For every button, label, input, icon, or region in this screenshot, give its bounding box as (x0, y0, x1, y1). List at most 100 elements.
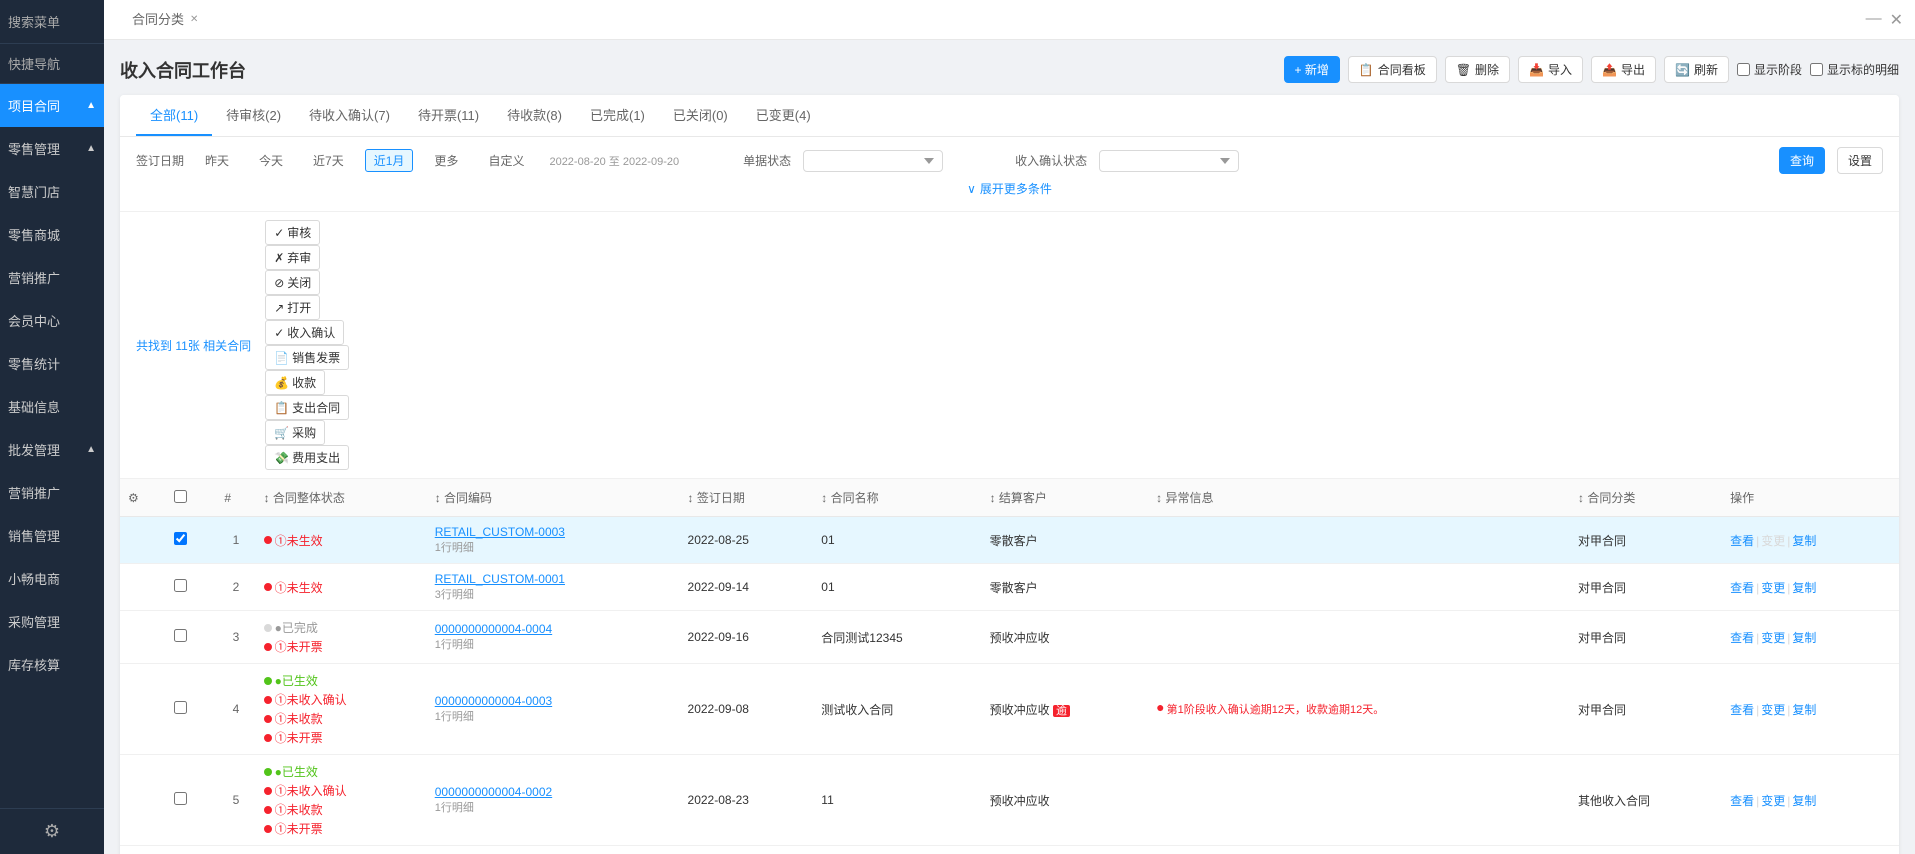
date-more[interactable]: 更多 (425, 149, 467, 172)
op-查看-link[interactable]: 查看 (1730, 703, 1754, 717)
col-settings[interactable]: ⚙ (120, 479, 166, 517)
row-sign-date: 2022-09-08 (680, 664, 814, 755)
show-fields-checkbox[interactable]: 显示阶段 (1737, 61, 1802, 78)
action-payment-button[interactable]: 💰收款 (265, 370, 325, 395)
status-tag-red: ①未收款 (264, 801, 419, 818)
status-tag-red: ①未生效 (264, 532, 419, 549)
sidebar-item-xiaochang[interactable]: 小畅电商 (0, 557, 104, 600)
expand-filter-button[interactable]: ∨ 展开更多条件 (136, 180, 1883, 197)
contract-code-link[interactable]: 0000000000004-0003 (435, 694, 552, 708)
date-custom[interactable]: 自定义 (479, 149, 533, 172)
sidebar-item-sales-mgmt[interactable]: 销售管理 (0, 514, 104, 557)
doc-status-select[interactable] (803, 150, 943, 172)
sidebar-item-marketing2[interactable]: 营销推广 (0, 471, 104, 514)
action-out-contract-button[interactable]: 📋支出合同 (265, 395, 349, 420)
op-复制-link[interactable]: 复制 (1792, 534, 1816, 548)
delete-button[interactable]: 🗑 删除 (1445, 56, 1510, 83)
row-customer: 零散客户 (982, 564, 1149, 611)
tab-close-contract-category[interactable]: ✕ (190, 0, 198, 40)
action-expense-out-button[interactable]: 💸费用支出 (265, 445, 349, 470)
op-变更-link[interactable]: 变更 (1761, 703, 1785, 717)
action-review-button[interactable]: ✓审核 (265, 220, 320, 245)
sidebar-item-inventory[interactable]: 库存核算 (0, 643, 104, 686)
action-income-confirm-button[interactable]: ✓收入确认 (265, 320, 344, 345)
show-detail-checkbox[interactable]: 显示标的明细 (1810, 61, 1899, 78)
row-select-checkbox[interactable] (174, 629, 187, 642)
row-select-checkbox[interactable] (174, 701, 187, 714)
filter-tab-pending-review[interactable]: 待审核(2) (212, 95, 295, 136)
contract-code-link[interactable]: RETAIL_CUSTOM-0003 (435, 525, 565, 539)
contract-code-link[interactable]: RETAIL_CUSTOM-0001 (435, 572, 565, 586)
import-button[interactable]: 📥 导入 (1518, 56, 1583, 83)
kanban-button[interactable]: 📋 合同看板 (1348, 56, 1437, 83)
col-operation: 操作 (1722, 479, 1899, 517)
sidebar-item-wholesale[interactable]: 批发管理▲ (0, 428, 104, 471)
sidebar-item-retail[interactable]: 零售管理▲ (0, 127, 104, 170)
op-复制-link[interactable]: 复制 (1792, 581, 1816, 595)
date-last1month[interactable]: 近1月 (365, 149, 414, 172)
action-abandon-button[interactable]: ✗弃审 (265, 245, 320, 270)
add-button[interactable]: + 新增 (1284, 56, 1340, 83)
sidebar-item-marketing[interactable]: 营销推广 (0, 256, 104, 299)
op-变更-link[interactable]: 变更 (1761, 581, 1785, 595)
action-purchase-button[interactable]: 🛒采购 (265, 420, 325, 445)
row-settings (120, 755, 166, 846)
row-select-checkbox[interactable] (174, 532, 187, 545)
filter-tab-pending-confirm[interactable]: 待收入确认(7) (295, 95, 404, 136)
sidebar-item-retail-stats[interactable]: 零售统计 (0, 342, 104, 385)
filter-tab-pending-invoice[interactable]: 待开票(11) (404, 95, 493, 136)
sidebar-search[interactable]: 搜索菜单 (0, 0, 104, 44)
filter-tab-closed[interactable]: 已关闭(0) (659, 95, 742, 136)
minimize-icon[interactable]: — (1866, 10, 1882, 30)
op-复制-link[interactable]: 复制 (1792, 794, 1816, 808)
export-button[interactable]: 📤 导出 (1591, 56, 1656, 83)
refresh-button[interactable]: 🔄 刷新 (1664, 56, 1729, 83)
income-confirm-icon: ✓ (274, 326, 284, 340)
date-last7[interactable]: 近7天 (304, 149, 353, 172)
contract-code-link[interactable]: 0000000000004-0004 (435, 622, 552, 636)
contract-code-link[interactable]: 0000000000004-0002 (435, 785, 552, 799)
query-button[interactable]: 查询 (1779, 147, 1825, 174)
action-close-button[interactable]: ⊘关闭 (265, 270, 320, 295)
action-open-button[interactable]: ↗打开 (265, 295, 320, 320)
op-复制-link[interactable]: 复制 (1792, 631, 1816, 645)
sidebar-item-project[interactable]: 项目合同▲ (0, 84, 104, 127)
op-查看-link[interactable]: 查看 (1730, 631, 1754, 645)
gear-icon[interactable]: ⚙ (44, 821, 60, 842)
row-customer: 预收冲应收 (982, 846, 1149, 854)
op-查看-link[interactable]: 查看 (1730, 534, 1754, 548)
delete-icon: 🗑 (1456, 63, 1471, 77)
select-all-checkbox[interactable] (174, 490, 187, 503)
row-select-checkbox[interactable] (174, 579, 187, 592)
sidebar-item-retail-mall[interactable]: 零售商城 (0, 213, 104, 256)
sidebar-item-basic-info[interactable]: 基础信息 (0, 385, 104, 428)
action-sales-invoice-button[interactable]: 📄销售发票 (265, 345, 349, 370)
row-select-checkbox[interactable] (174, 792, 187, 805)
customer-name: 预收冲应收 (990, 703, 1050, 717)
sidebar-item-member[interactable]: 会员中心 (0, 299, 104, 342)
op-复制-link[interactable]: 复制 (1792, 703, 1816, 717)
confirm-status-select[interactable] (1099, 150, 1239, 172)
date-yesterday[interactable]: 昨天 (196, 149, 238, 172)
op-查看-link[interactable]: 查看 (1730, 794, 1754, 808)
filter-tab-pending-payment[interactable]: 待收款(8) (493, 95, 576, 136)
sidebar-item-smart-store[interactable]: 智慧门店 (0, 170, 104, 213)
table-wrapper: ⚙ # ↕ 合同整体状态 ↕ 合同编码 ↕ 签订日期 ↕ 合同名称 ↕ 结算客户… (120, 479, 1899, 854)
filter-tab-changed[interactable]: 已变更(4) (742, 95, 825, 136)
op-divider: | (1756, 534, 1759, 548)
date-today[interactable]: 今天 (250, 149, 292, 172)
action-bar: 共找到 11张 相关合同 ✓审核✗弃审⊘关闭↗打开✓收入确认📄销售发票💰收款📋支… (120, 212, 1899, 479)
col-sign-date: ↕ 签订日期 (680, 479, 814, 517)
op-变更-link[interactable]: 变更 (1761, 794, 1785, 808)
filter-tab-completed[interactable]: 已完成(1) (576, 95, 659, 136)
op-divider: | (1787, 534, 1790, 548)
tab-contract-category[interactable]: 合同分类✕ (116, 0, 253, 40)
op-查看-link[interactable]: 查看 (1730, 581, 1754, 595)
close-icon[interactable]: ✕ (1890, 10, 1903, 30)
sidebar-item-purchase[interactable]: 采购管理 (0, 600, 104, 643)
op-变更-link[interactable]: 变更 (1761, 631, 1785, 645)
sidebar-nav[interactable]: 快捷导航 (0, 44, 104, 84)
filter-tab-all[interactable]: 全部(11) (136, 95, 212, 136)
filter-bar: 签订日期 昨天 今天 近7天 近1月 更多 自定义 2022-08-20 至 2… (120, 137, 1899, 212)
settings-button[interactable]: 设置 (1837, 147, 1883, 174)
